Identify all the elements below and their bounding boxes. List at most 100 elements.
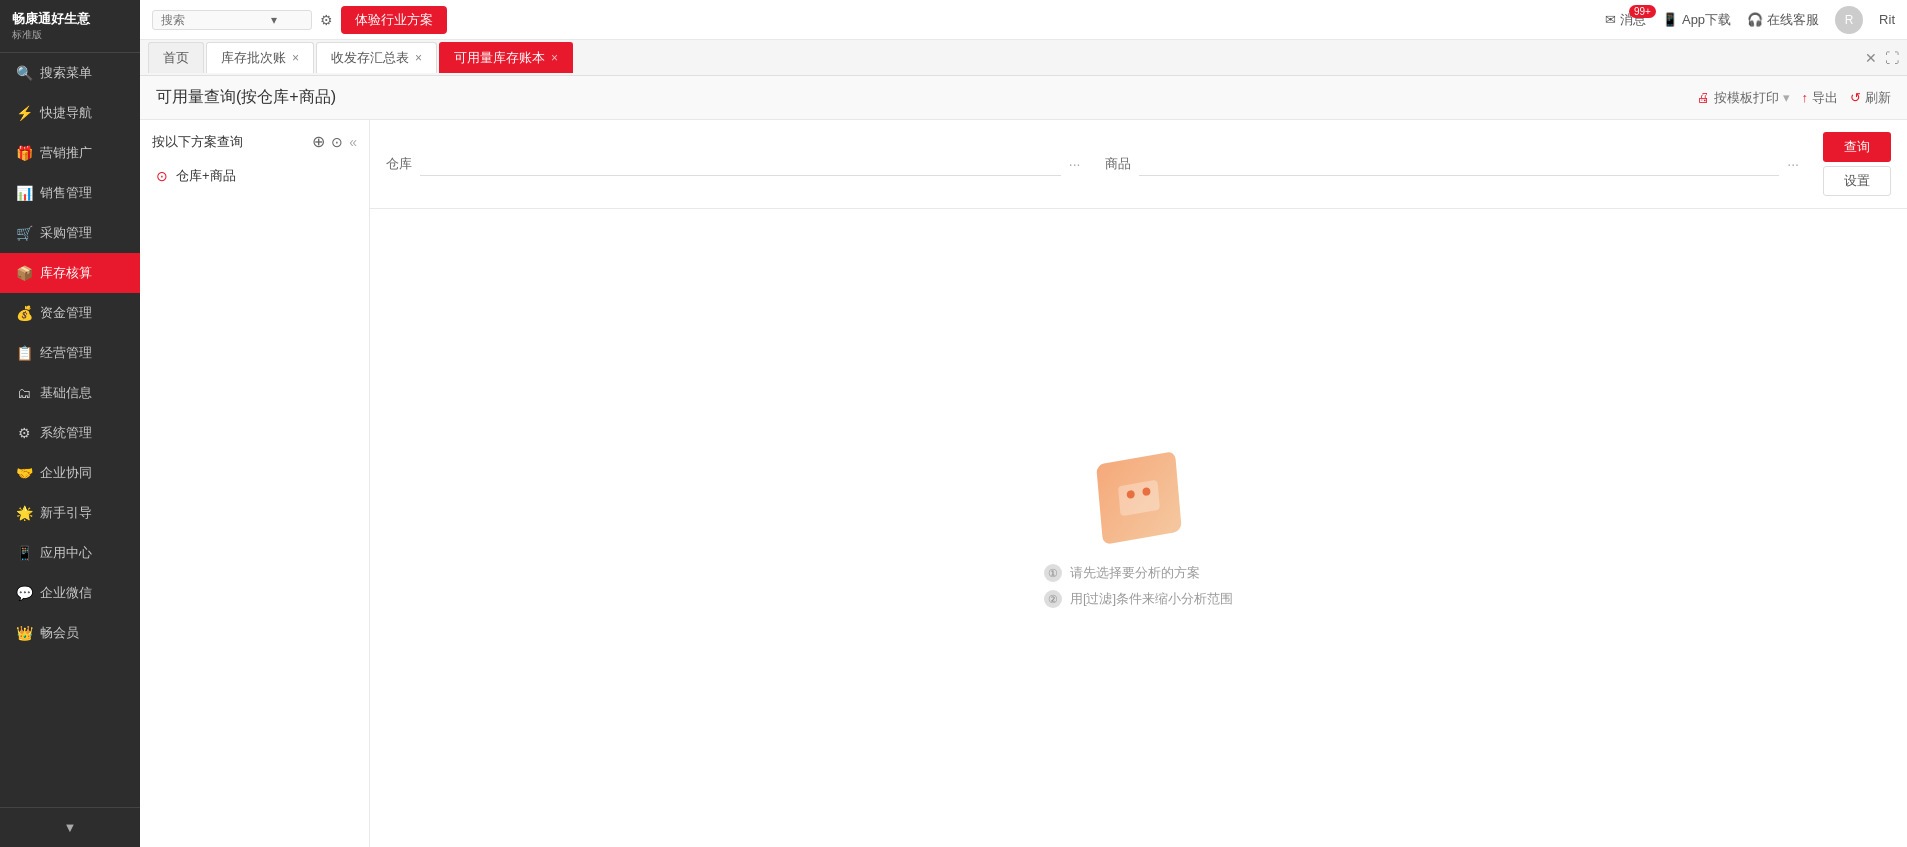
tab-batch-close-icon[interactable]: × <box>292 51 299 65</box>
sidebar-scroll: 🔍 搜索菜单 ⚡ 快捷导航 🎁 营销推广 📊 销售管理 🛒 采购管理 📦 库存核… <box>0 53 140 807</box>
filter-collapse-icon[interactable]: « <box>349 134 357 150</box>
app-download-button[interactable]: 📱 App下载 <box>1662 11 1731 29</box>
sidebar-item-label: 采购管理 <box>40 224 92 242</box>
sidebar-bottom: ▼ <box>0 807 140 847</box>
sidebar-item-search[interactable]: 🔍 搜索菜单 <box>0 53 140 93</box>
sidebar-item-finance[interactable]: 💰 资金管理 <box>0 293 140 333</box>
sidebar-item-sales[interactable]: 📊 销售管理 <box>0 173 140 213</box>
tab-available[interactable]: 可用量库存账本 × <box>439 42 573 73</box>
search-dropdown-icon[interactable]: ▾ <box>271 13 277 27</box>
tabbar-expand-icon[interactable]: ⛶ <box>1885 50 1899 66</box>
sidebar-scroll-down-btn[interactable]: ▼ <box>0 816 140 839</box>
sidebar-item-basic[interactable]: 🗂 基础信息 <box>0 373 140 413</box>
goods-input[interactable] <box>1139 152 1780 176</box>
tab-batch[interactable]: 库存批次账 × <box>206 42 314 73</box>
print-dropdown-icon[interactable]: ▾ <box>1783 90 1790 105</box>
tab-home[interactable]: 首页 <box>148 42 204 73</box>
tip-num-1: ① <box>1044 564 1062 582</box>
sidebar-item-label: 新手引导 <box>40 504 92 522</box>
username-label[interactable]: Rit <box>1879 12 1895 27</box>
settings-icon[interactable]: ⚙ <box>320 12 333 28</box>
service-button[interactable]: 🎧 在线客服 <box>1747 11 1819 29</box>
filter-item-icon: ⊙ <box>156 168 168 184</box>
goods-field: 商品 ··· <box>1105 152 1800 176</box>
solution-button[interactable]: 体验行业方案 <box>341 6 447 34</box>
sidebar-item-label: 企业协同 <box>40 464 92 482</box>
gear-icon: ⚙ <box>16 425 32 441</box>
tab-available-close-icon[interactable]: × <box>551 51 558 65</box>
query-panel: 仓库 ··· 商品 ··· 查询 设置 <box>370 120 1907 847</box>
sidebar-item-label: 搜索菜单 <box>40 64 92 82</box>
sidebar-item-label: 应用中心 <box>40 544 92 562</box>
filter-panel-actions: ⊕ ⊙ « <box>312 132 357 151</box>
tip-text-2: 用[过滤]条件来缩小分析范围 <box>1070 590 1233 608</box>
tabbar-close-icon[interactable]: ✕ <box>1865 50 1877 66</box>
tabbar-right: ✕ ⛶ <box>1865 50 1899 66</box>
folder-icon: 🗂 <box>16 385 32 401</box>
refresh-label: 刷新 <box>1865 89 1891 107</box>
empty-tip-2: ② 用[过滤]条件来缩小分析范围 <box>1044 590 1233 608</box>
sidebar-item-enterprise[interactable]: 🤝 企业协同 <box>0 453 140 493</box>
filter-panel-title: 按以下方案查询 <box>152 133 243 151</box>
warehouse-more-icon[interactable]: ··· <box>1069 156 1081 172</box>
tab-summary-label: 收发存汇总表 <box>331 49 409 67</box>
search-input[interactable] <box>161 13 271 27</box>
page-titlebar: 可用量查询(按仓库+商品) 🖨 按模板打印 ▾ ↑ 导出 ↺ 刷新 <box>140 76 1907 120</box>
print-label: 按模板打印 <box>1714 89 1779 107</box>
filter-item-label: 仓库+商品 <box>176 167 236 185</box>
tab-summary[interactable]: 收发存汇总表 × <box>316 42 437 73</box>
sidebar: 畅康通好生意 标准版 🔍 搜索菜单 ⚡ 快捷导航 🎁 营销推广 📊 销售管理 🛒… <box>0 0 140 847</box>
tab-summary-close-icon[interactable]: × <box>415 51 422 65</box>
filter-settings-icon[interactable]: ⊙ <box>331 134 343 150</box>
sidebar-item-quicknav[interactable]: ⚡ 快捷导航 <box>0 93 140 133</box>
sidebar-item-label: 系统管理 <box>40 424 92 442</box>
avatar[interactable]: R <box>1835 6 1863 34</box>
headset-icon: 🎧 <box>1747 12 1763 27</box>
refresh-button[interactable]: ↺ 刷新 <box>1850 89 1891 107</box>
export-button[interactable]: ↑ 导出 <box>1802 89 1839 107</box>
goods-label: 商品 <box>1105 155 1131 173</box>
sidebar-item-label: 营销推广 <box>40 144 92 162</box>
sidebar-item-purchase[interactable]: 🛒 采购管理 <box>0 213 140 253</box>
export-label: 导出 <box>1812 89 1838 107</box>
sidebar-item-inventory[interactable]: 📦 库存核算 <box>0 253 140 293</box>
query-fields: 仓库 ··· 商品 ··· 查询 设置 <box>370 120 1907 209</box>
sidebar-item-system[interactable]: ⚙ 系统管理 <box>0 413 140 453</box>
topbar-right: ✉ 消息 99+ 📱 App下载 🎧 在线客服 R Rit <box>1605 6 1895 34</box>
query-btn-area: 查询 设置 <box>1823 132 1891 196</box>
page-title: 可用量查询(按仓库+商品) <box>156 87 336 108</box>
message-button[interactable]: ✉ 消息 99+ <box>1605 11 1646 29</box>
clipboard-icon: 📋 <box>16 345 32 361</box>
export-icon: ↑ <box>1802 90 1809 105</box>
empty-state: ① 请先选择要分析的方案 ② 用[过滤]条件来缩小分析范围 <box>370 209 1907 847</box>
sidebar-item-newbie[interactable]: 🌟 新手引导 <box>0 493 140 533</box>
sidebar-item-wechat[interactable]: 💬 企业微信 <box>0 573 140 613</box>
settings-button[interactable]: 设置 <box>1823 166 1891 196</box>
query-button[interactable]: 查询 <box>1823 132 1891 162</box>
filter-panel-header: 按以下方案查询 ⊕ ⊙ « <box>140 132 369 159</box>
filter-item-warehouse-goods[interactable]: ⊙ 仓库+商品 <box>140 159 369 193</box>
filter-add-icon[interactable]: ⊕ <box>312 132 325 151</box>
sidebar-item-operations[interactable]: 📋 经营管理 <box>0 333 140 373</box>
gift-icon: 🎁 <box>16 145 32 161</box>
flash-icon: ⚡ <box>16 105 32 121</box>
sidebar-item-label: 库存核算 <box>40 264 92 282</box>
handshake-icon: 🤝 <box>16 465 32 481</box>
filter-panel: 按以下方案查询 ⊕ ⊙ « ⊙ 仓库+商品 <box>140 120 370 847</box>
tabbar: 首页 库存批次账 × 收发存汇总表 × 可用量库存账本 × ✕ ⛶ <box>140 40 1907 76</box>
sidebar-item-label: 销售管理 <box>40 184 92 202</box>
print-button[interactable]: 🖨 按模板打印 ▾ <box>1697 89 1790 107</box>
chart-icon: 📊 <box>16 185 32 201</box>
sidebar-item-label: 快捷导航 <box>40 104 92 122</box>
goods-more-icon[interactable]: ··· <box>1787 156 1799 172</box>
refresh-icon: ↺ <box>1850 90 1861 105</box>
sidebar-item-member[interactable]: 👑 畅会员 <box>0 613 140 653</box>
empty-box-shape <box>1096 451 1182 545</box>
star-icon: 🌟 <box>16 505 32 521</box>
sidebar-item-appcenter[interactable]: 📱 应用中心 <box>0 533 140 573</box>
sidebar-item-marketing[interactable]: 🎁 营销推广 <box>0 133 140 173</box>
box-icon: 📦 <box>16 265 32 281</box>
warehouse-field: 仓库 ··· <box>386 152 1081 176</box>
main-area: ▾ ⚙ 体验行业方案 ✉ 消息 99+ 📱 App下载 🎧 在线客服 R Rit… <box>140 0 1907 847</box>
warehouse-input[interactable] <box>420 152 1061 176</box>
